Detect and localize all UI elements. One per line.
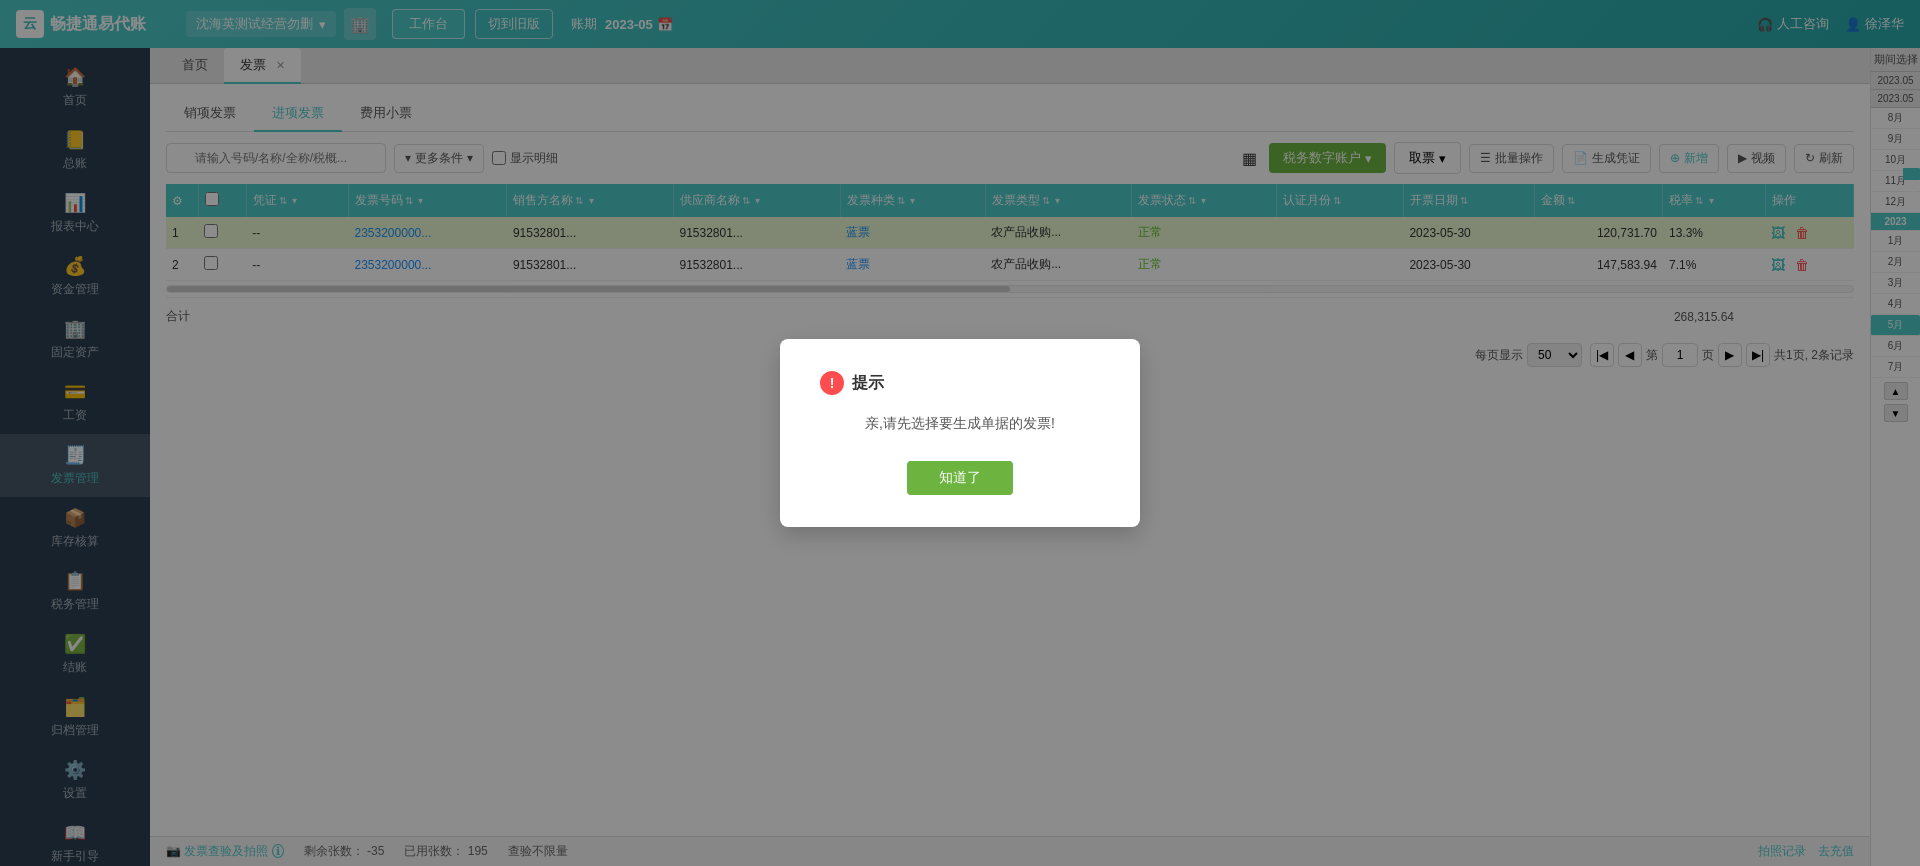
modal-box: ! 提示 亲,请先选择要生成单据的发票! 知道了 [780, 339, 1140, 527]
modal-title: 提示 [852, 373, 884, 394]
modal-warn-icon: ! [820, 371, 844, 395]
modal-overlay: ! 提示 亲,请先选择要生成单据的发票! 知道了 [0, 0, 1920, 866]
modal-title-row: ! 提示 [820, 371, 1100, 395]
modal-ok-button[interactable]: 知道了 [907, 461, 1013, 495]
modal-message: 亲,请先选择要生成单据的发票! [820, 415, 1100, 433]
